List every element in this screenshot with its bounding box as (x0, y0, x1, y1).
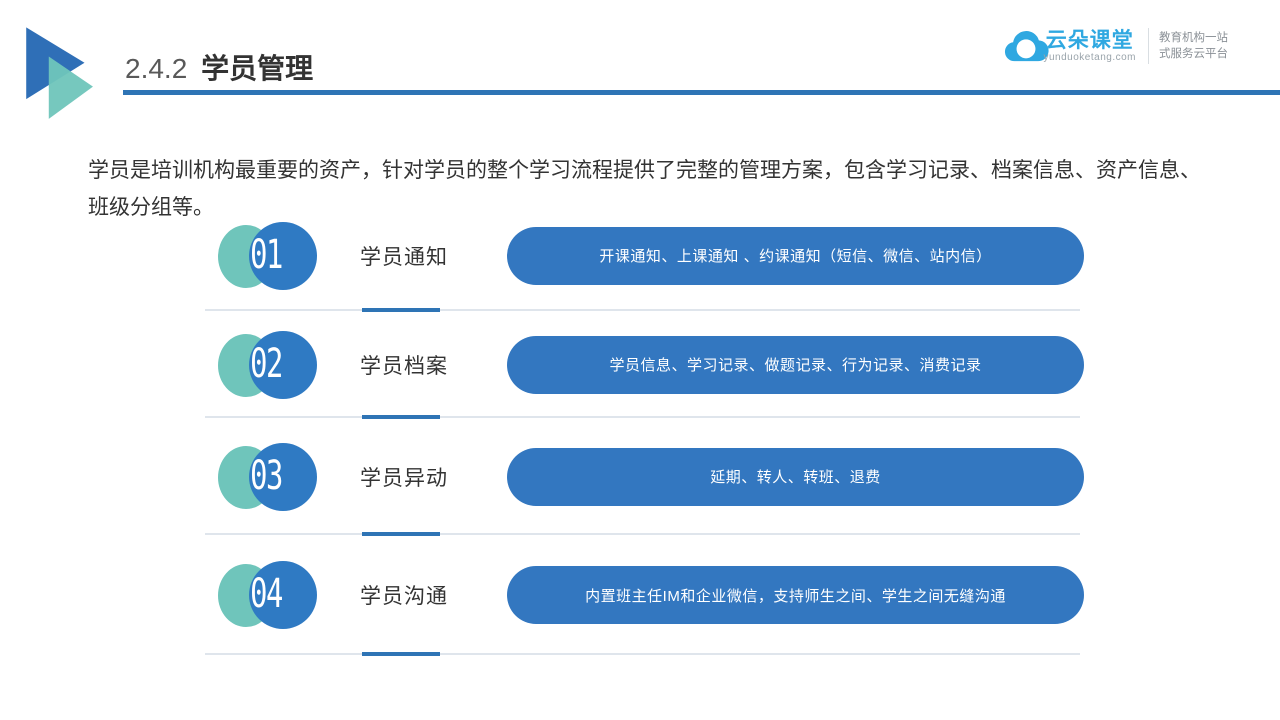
row-description-pill: 延期、转人、转班、退费 (507, 448, 1084, 506)
brand-tagline: 教育机构一站 式服务云平台 (1159, 30, 1228, 62)
badge-number: 04 (247, 571, 284, 617)
brand-url: yunduoketang.com (1043, 52, 1136, 64)
page-title-text: 学员管理 (201, 53, 313, 84)
brand-tagline-line1: 教育机构一站 (1159, 30, 1228, 46)
row-label: 学员异动 (360, 462, 450, 492)
badge-number: 01 (247, 232, 284, 278)
feature-row-archive: 02 学员档案 学员信息、学习记录、做题记录、行为记录、消费记录 (205, 311, 1084, 418)
feature-row-notify: 01 学员通知 开课通知、上课通知 、约课通知（短信、微信、站内信） (205, 200, 1084, 311)
row-description-pill: 开课通知、上课通知 、约课通知（短信、微信、站内信） (507, 227, 1084, 285)
row-divider-accent (362, 652, 440, 656)
brand-name: 云朵课堂 (1046, 30, 1134, 52)
feature-row-communication: 04 学员沟通 内置班主任IM和企业微信，支持师生之间、学生之间无缝沟通 (205, 535, 1084, 655)
row-label: 学员沟通 (360, 580, 450, 610)
page-title: 2.4.2 学员管理 (125, 52, 313, 86)
row-label: 学员通知 (360, 241, 450, 271)
title-underline (123, 90, 1280, 95)
brand-mark: 云朵课堂 yunduoketang.com (1003, 28, 1136, 64)
brand-separator (1148, 28, 1149, 64)
number-badge: 04 (218, 560, 318, 630)
brand-logo: 云朵课堂 yunduoketang.com 教育机构一站 式服务云平台 (1003, 28, 1228, 64)
brand-tagline-line2: 式服务云平台 (1159, 46, 1228, 62)
number-badge: 03 (218, 442, 318, 512)
row-description-pill: 学员信息、学习记录、做题记录、行为记录、消费记录 (507, 336, 1084, 394)
row-label: 学员档案 (360, 350, 450, 380)
slide: 2.4.2 学员管理 云朵课堂 yunduoketang.com 教育机构一站 … (0, 0, 1280, 720)
badge-number: 02 (247, 341, 284, 387)
section-number: 2.4.2 (125, 53, 187, 84)
number-badge: 02 (218, 330, 318, 400)
row-divider (205, 653, 1080, 655)
corner-triangles-logo (14, 18, 108, 122)
row-description-pill: 内置班主任IM和企业微信，支持师生之间、学生之间无缝沟通 (507, 566, 1084, 624)
number-badge: 01 (218, 221, 318, 291)
feature-row-change: 03 学员异动 延期、转人、转班、退费 (205, 418, 1084, 535)
badge-number: 03 (247, 453, 284, 499)
